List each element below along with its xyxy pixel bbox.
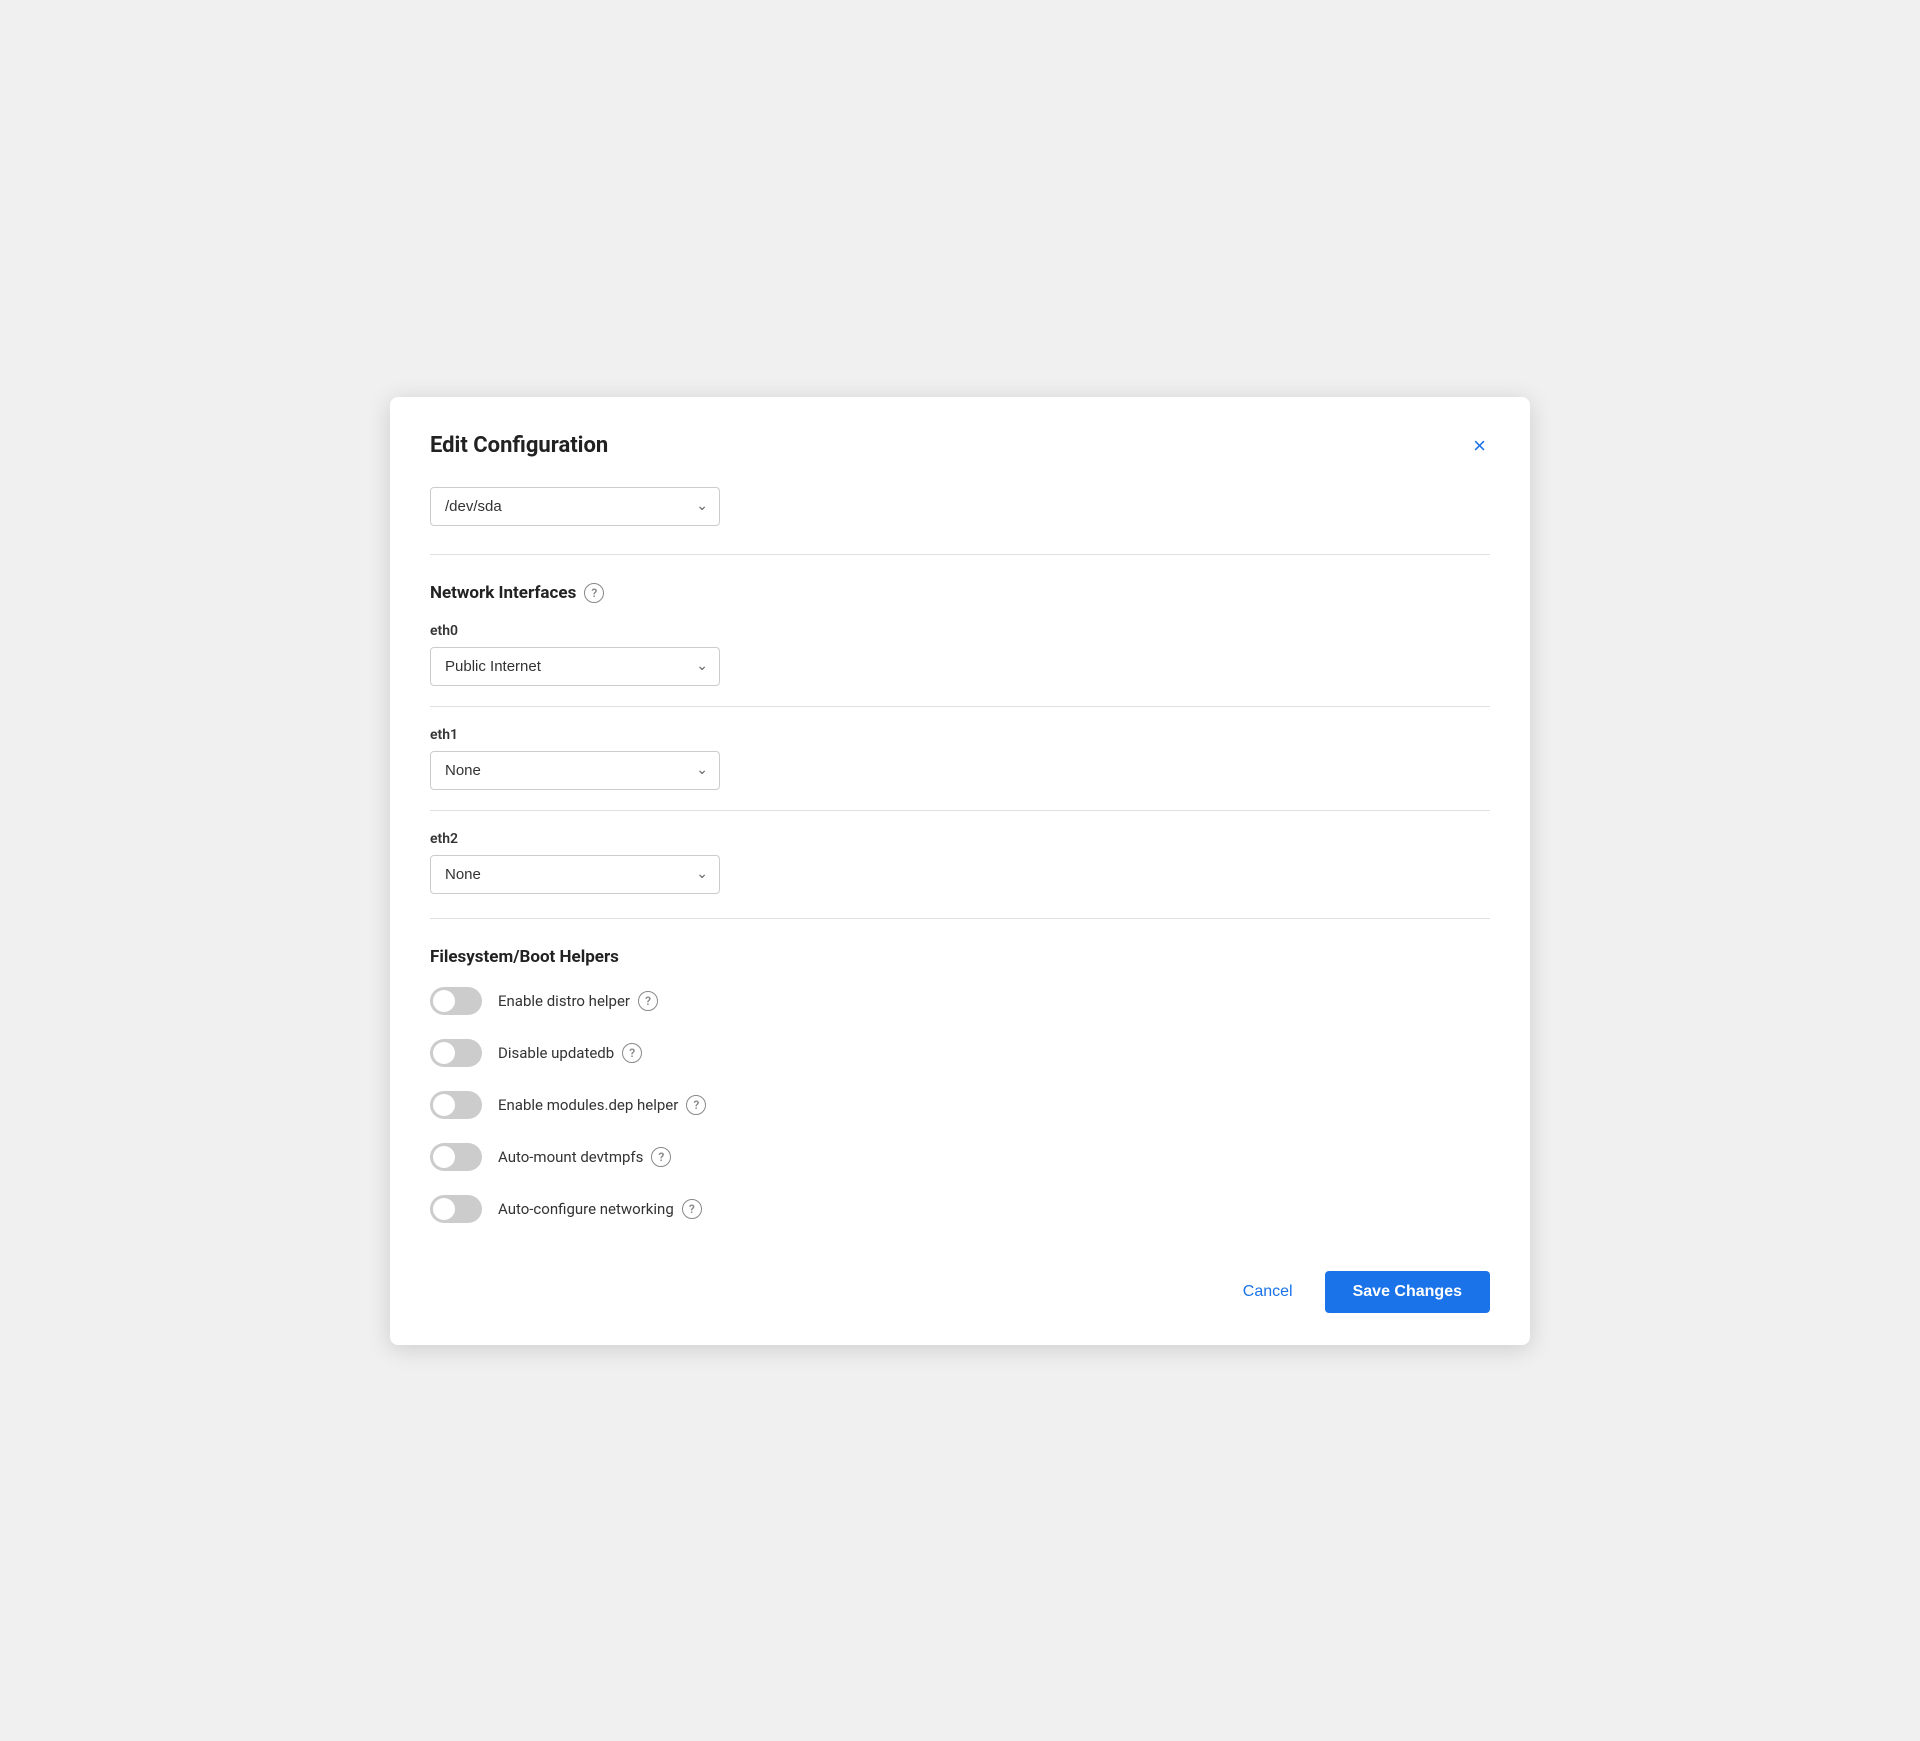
filesystem-boot-title: Filesystem/Boot Helpers — [430, 947, 1490, 967]
network-interfaces-section: Network Interfaces ? eth0 Public Interne… — [430, 583, 1490, 894]
device-select-row: /dev/sda /dev/sdb /dev/sdc ⌄ — [430, 487, 1490, 526]
eth2-group: eth2 None Public Internet ⌄ — [430, 831, 1490, 894]
network-interfaces-label: Network Interfaces — [430, 583, 576, 603]
disable-updatedb-slider — [430, 1039, 482, 1067]
close-button[interactable]: × — [1469, 429, 1490, 463]
eth1-select[interactable]: None Public Internet — [430, 751, 720, 790]
divider-eth0-eth1 — [430, 706, 1490, 707]
device-select-wrapper: /dev/sda /dev/sdb /dev/sdc ⌄ — [430, 487, 720, 526]
device-select[interactable]: /dev/sda /dev/sdb /dev/sdc — [430, 487, 720, 526]
network-interfaces-title: Network Interfaces ? — [430, 583, 1490, 603]
modal-footer: Cancel Save Changes — [390, 1247, 1530, 1345]
enable-distro-helper-slider — [430, 987, 482, 1015]
cancel-button[interactable]: Cancel — [1227, 1273, 1309, 1311]
eth2-select[interactable]: None Public Internet — [430, 855, 720, 894]
auto-mount-devtmpfs-help-icon[interactable]: ? — [651, 1147, 671, 1167]
divider-1 — [430, 554, 1490, 555]
filesystem-boot-section: Filesystem/Boot Helpers Enable distro he… — [430, 947, 1490, 1223]
eth2-select-wrapper: None Public Internet ⌄ — [430, 855, 720, 894]
disable-updatedb-label: Disable updatedb ? — [498, 1043, 642, 1063]
enable-modules-dep-row: Enable modules.dep helper ? — [430, 1091, 1490, 1119]
auto-mount-devtmpfs-row: Auto-mount devtmpfs ? — [430, 1143, 1490, 1171]
enable-modules-dep-help-icon[interactable]: ? — [686, 1095, 706, 1115]
disable-updatedb-toggle[interactable] — [430, 1039, 482, 1067]
network-interfaces-help-icon[interactable]: ? — [584, 583, 604, 603]
divider-eth1-eth2 — [430, 810, 1490, 811]
auto-mount-devtmpfs-toggle[interactable] — [430, 1143, 482, 1171]
eth0-group: eth0 Public Internet None ⌄ — [430, 623, 1490, 686]
eth0-select[interactable]: Public Internet None — [430, 647, 720, 686]
eth1-select-wrapper: None Public Internet ⌄ — [430, 751, 720, 790]
eth0-select-row: Public Internet None ⌄ — [430, 647, 1490, 686]
eth1-group: eth1 None Public Internet ⌄ — [430, 727, 1490, 790]
disable-updatedb-row: Disable updatedb ? — [430, 1039, 1490, 1067]
auto-configure-networking-label: Auto-configure networking ? — [498, 1199, 702, 1219]
enable-modules-dep-text: Enable modules.dep helper — [498, 1096, 678, 1114]
eth1-select-row: None Public Internet ⌄ — [430, 751, 1490, 790]
save-changes-button[interactable]: Save Changes — [1325, 1271, 1490, 1313]
auto-configure-networking-toggle[interactable] — [430, 1195, 482, 1223]
enable-distro-helper-toggle[interactable] — [430, 987, 482, 1015]
modal-body: /dev/sda /dev/sdb /dev/sdc ⌄ Network Int… — [390, 487, 1530, 1223]
enable-distro-helper-text: Enable distro helper — [498, 992, 630, 1010]
auto-mount-devtmpfs-slider — [430, 1143, 482, 1171]
enable-distro-helper-label: Enable distro helper ? — [498, 991, 658, 1011]
eth2-label: eth2 — [430, 831, 1490, 847]
auto-mount-devtmpfs-label: Auto-mount devtmpfs ? — [498, 1147, 671, 1167]
auto-mount-devtmpfs-text: Auto-mount devtmpfs — [498, 1148, 643, 1166]
modal-header: Edit Configuration × — [390, 397, 1530, 487]
enable-modules-dep-slider — [430, 1091, 482, 1119]
auto-configure-networking-row: Auto-configure networking ? — [430, 1195, 1490, 1223]
enable-modules-dep-label: Enable modules.dep helper ? — [498, 1095, 706, 1115]
filesystem-boot-label: Filesystem/Boot Helpers — [430, 947, 619, 967]
modal-title: Edit Configuration — [430, 433, 608, 458]
eth2-select-row: None Public Internet ⌄ — [430, 855, 1490, 894]
disable-updatedb-help-icon[interactable]: ? — [622, 1043, 642, 1063]
enable-modules-dep-toggle[interactable] — [430, 1091, 482, 1119]
auto-configure-networking-text: Auto-configure networking — [498, 1200, 674, 1218]
auto-configure-networking-slider — [430, 1195, 482, 1223]
eth1-label: eth1 — [430, 727, 1490, 743]
divider-2 — [430, 918, 1490, 919]
eth0-label: eth0 — [430, 623, 1490, 639]
disable-updatedb-text: Disable updatedb — [498, 1044, 614, 1062]
enable-distro-helper-help-icon[interactable]: ? — [638, 991, 658, 1011]
enable-distro-helper-row: Enable distro helper ? — [430, 987, 1490, 1015]
edit-configuration-modal: Edit Configuration × /dev/sda /dev/sdb /… — [390, 397, 1530, 1345]
eth0-select-wrapper: Public Internet None ⌄ — [430, 647, 720, 686]
auto-configure-networking-help-icon[interactable]: ? — [682, 1199, 702, 1219]
